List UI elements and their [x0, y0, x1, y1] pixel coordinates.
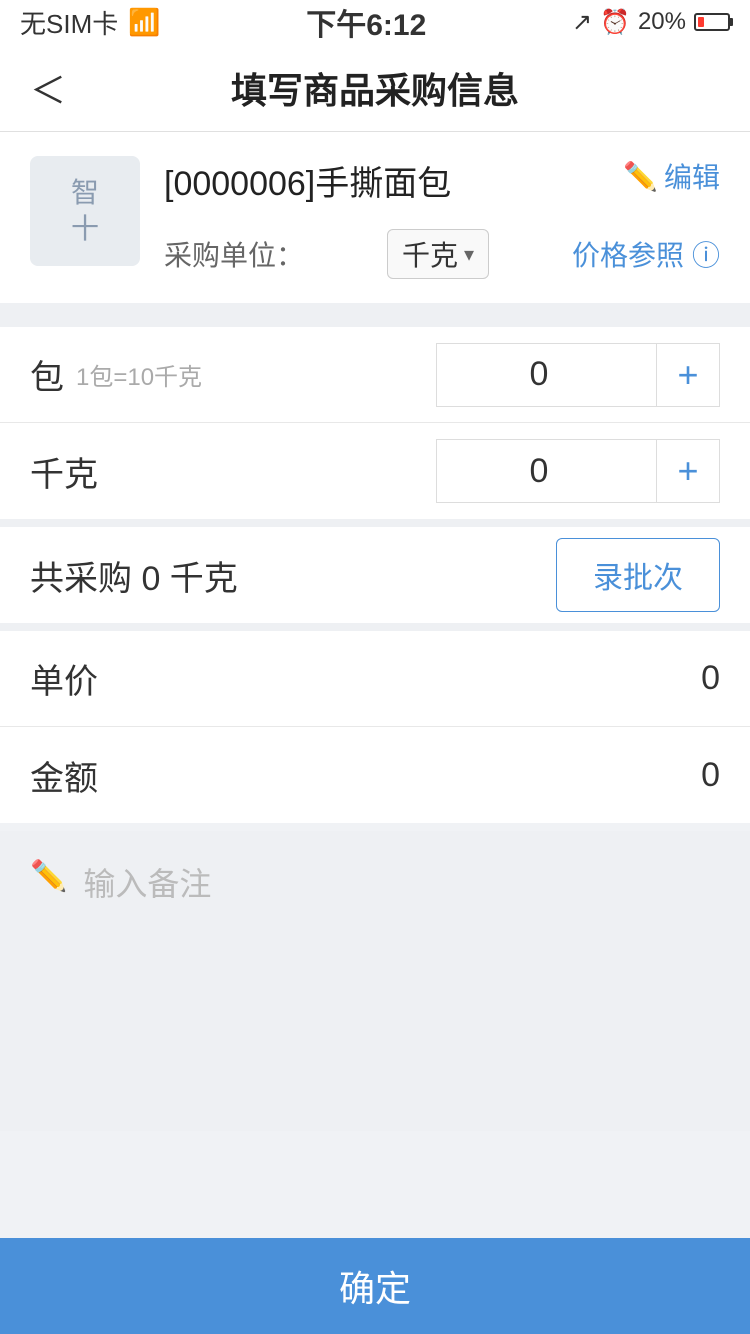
confirm-label: 确定 [339, 1260, 411, 1312]
chevron-down-icon: ▾ [464, 242, 474, 267]
price-section: 单价 0 金额 0 [0, 631, 750, 823]
purchase-unit-label: 采购单位： [164, 234, 304, 274]
record-batch-button[interactable]: 录批次 [556, 538, 720, 612]
input-section: 包 1包=10千克 + 千克 + [0, 327, 750, 519]
unit-price-label: 单价 [30, 654, 98, 703]
kg-plus-button[interactable]: + [656, 439, 720, 503]
nav-bar: ＜ 填写商品采购信息 [0, 44, 750, 132]
remark-input-area[interactable]: ✏️ 输入备注 [30, 859, 720, 905]
bao-field-wrapper: + [436, 343, 720, 407]
purchase-unit-row: 采购单位： 千克 ▾ 价格参照 ⓘ [164, 229, 720, 279]
edit-icon: ✏️ [623, 160, 658, 193]
bao-sublabel: 1包=10千克 [76, 357, 436, 392]
battery-pct: 20% [638, 8, 686, 36]
location-icon: ↗ [572, 8, 592, 37]
price-ref-label: 价格参照 [572, 234, 684, 274]
unit-price-value: 0 [701, 659, 720, 698]
edit-button[interactable]: ✏️ 编辑 [623, 156, 720, 196]
kg-input-row: 千克 + [0, 423, 750, 519]
pencil-icon: ✏️ [30, 859, 67, 894]
unit-price-row: 单价 0 [0, 631, 750, 727]
carrier-label: 无SIM卡 [20, 4, 118, 41]
page-title: 填写商品采购信息 [231, 62, 519, 114]
total-label: 共采购 0 千克 [30, 551, 238, 600]
confirm-button[interactable]: 确定 [0, 1238, 750, 1334]
total-row: 共采购 0 千克 录批次 [0, 527, 750, 623]
unit-selector[interactable]: 千克 ▾ [387, 229, 489, 279]
remark-section: ✏️ 输入备注 [0, 831, 750, 1131]
section-divider-1 [0, 311, 750, 327]
edit-label: 编辑 [664, 156, 720, 196]
product-info: [0000006]手撕面包 ✏️ 编辑 采购单位： 千克 ▾ 价格参照 ⓘ [164, 156, 720, 279]
status-right: ↗ ⏰ 20% [572, 8, 730, 37]
bao-input[interactable] [436, 343, 656, 407]
bao-label: 包 [30, 350, 64, 399]
alarm-icon: ⏰ [600, 8, 630, 37]
unit-value: 千克 [402, 234, 458, 274]
kg-field-wrapper: + [436, 439, 720, 503]
amount-row: 金额 0 [0, 727, 750, 823]
remark-placeholder: 输入备注 [83, 859, 211, 905]
product-card: 智 十 [0000006]手撕面包 ✏️ 编辑 采购单位： 千克 ▾ 价格参照 … [0, 132, 750, 311]
bao-plus-button[interactable]: + [656, 343, 720, 407]
kg-label: 千克 [30, 447, 98, 496]
info-icon: ⓘ [692, 234, 720, 274]
bottom-padding [0, 1131, 750, 1241]
wifi-icon: 📶 [128, 7, 160, 38]
status-time: 下午6:12 [306, 0, 426, 44]
kg-input[interactable] [436, 439, 656, 503]
battery-icon [694, 13, 730, 31]
status-bar: 无SIM卡 📶 下午6:12 ↗ ⏰ 20% [0, 0, 750, 44]
product-logo: 智 十 [71, 175, 99, 248]
bao-input-row: 包 1包=10千克 + [0, 327, 750, 423]
product-name-row: [0000006]手撕面包 ✏️ 编辑 [164, 156, 720, 205]
product-name: [0000006]手撕面包 [164, 156, 451, 205]
amount-label: 金额 [30, 751, 98, 800]
total-section: 共采购 0 千克 录批次 [0, 519, 750, 631]
back-button[interactable]: ＜ [30, 62, 66, 114]
price-ref-button[interactable]: 价格参照 ⓘ [572, 234, 720, 274]
amount-value: 0 [701, 756, 720, 795]
status-left: 无SIM卡 📶 [20, 4, 161, 41]
product-image: 智 十 [30, 156, 140, 266]
